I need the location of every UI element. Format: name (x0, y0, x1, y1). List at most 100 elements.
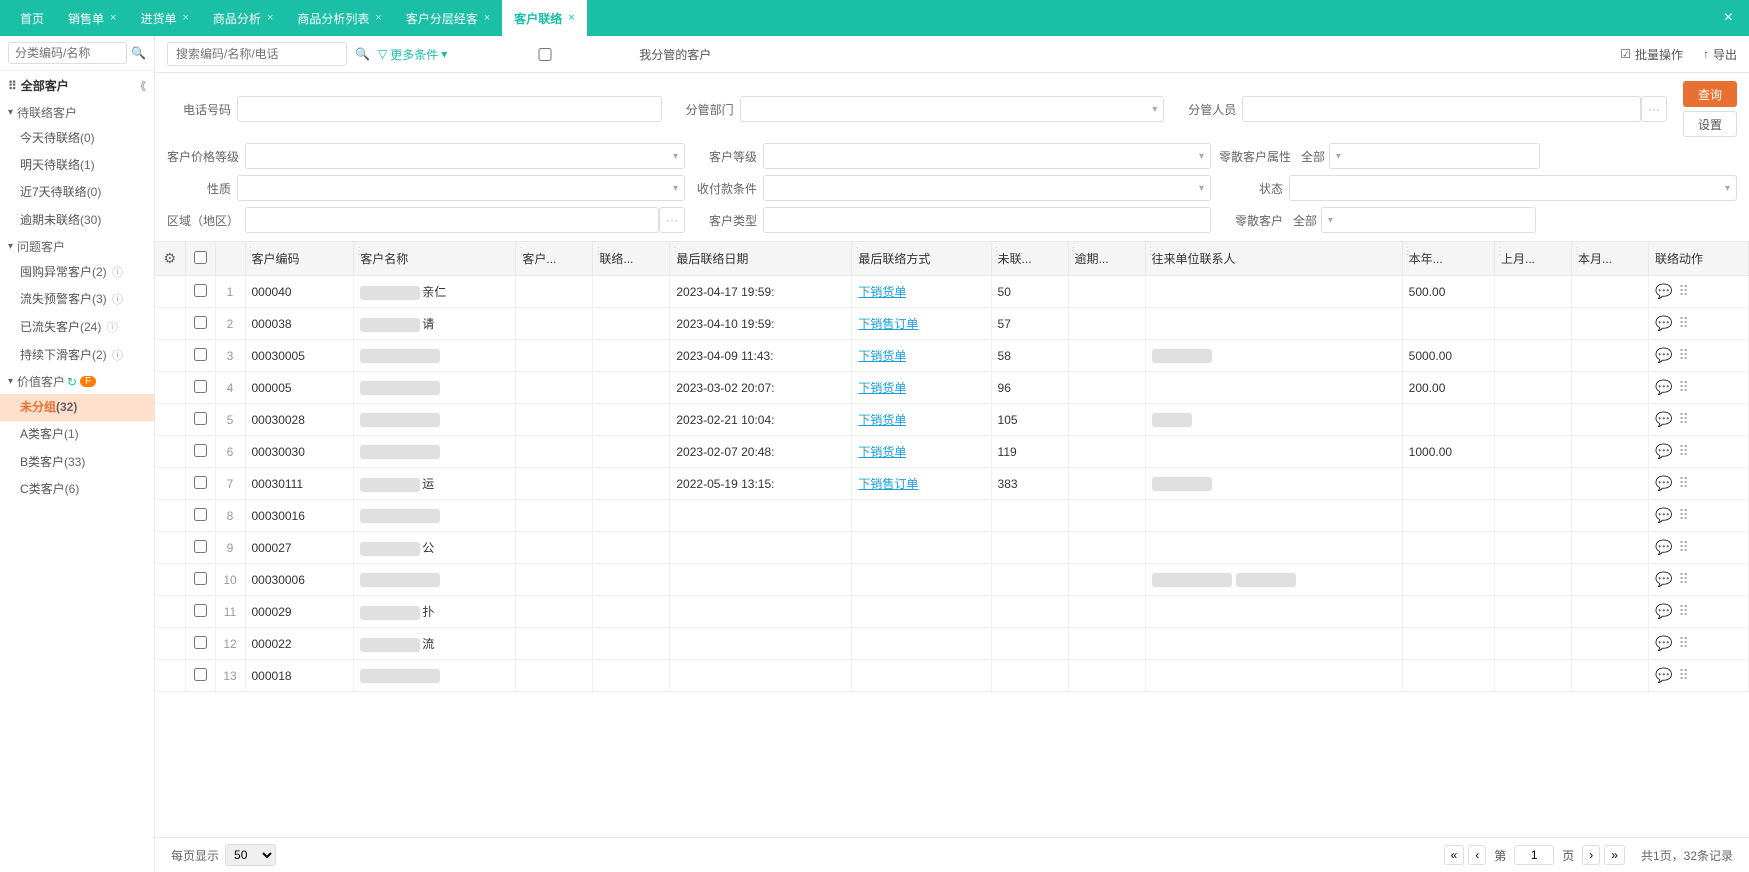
field-manager-input[interactable] (1242, 96, 1641, 122)
more-conditions-btn[interactable]: ▽ 更多条件 ▾ (378, 46, 447, 63)
field-dept-select[interactable]: ▾ (740, 96, 1165, 122)
grid-action-icon[interactable]: ⠿ (1678, 635, 1688, 652)
page-input[interactable] (1514, 845, 1554, 865)
close-analysis-list-tab[interactable]: × (375, 12, 381, 24)
grid-action-icon[interactable]: ⠿ (1678, 347, 1688, 364)
grid-action-icon[interactable]: ⠿ (1678, 443, 1688, 460)
grid-action-icon[interactable]: ⠿ (1678, 507, 1688, 524)
cell-checkbox[interactable] (185, 596, 215, 628)
col-this-month[interactable]: ⋮ 本月... (1572, 242, 1649, 276)
col-last-contact-method[interactable]: ⋮ 最后联络方式 (852, 242, 991, 276)
field-manager-more[interactable]: ··· (1641, 96, 1667, 122)
grid-action-icon[interactable]: ⠿ (1678, 475, 1688, 492)
cell-checkbox[interactable] (185, 276, 215, 308)
col-last-month[interactable]: ⋮ 上月... (1495, 242, 1572, 276)
field-phone-input[interactable] (237, 96, 662, 122)
field-scatter-select[interactable]: ▾ (1321, 207, 1536, 233)
per-page-select[interactable]: 50 100 200 (225, 844, 276, 866)
cell-checkbox[interactable] (185, 404, 215, 436)
sidebar-item-abnormal[interactable]: 囤购异常客户(2) ⓘ (0, 259, 154, 287)
sidebar-item-lost[interactable]: 已流失客户(24) ⓘ (0, 314, 154, 342)
close-segment-tab[interactable]: × (484, 12, 490, 24)
sidebar-item-ungroup[interactable]: 未分组(32) (0, 394, 154, 421)
close-sales-tab[interactable]: × (110, 12, 116, 24)
sidebar-item-a-class[interactable]: A类客户(1) (0, 421, 154, 448)
prev-page-btn[interactable]: ‹ (1468, 845, 1486, 865)
nav-sales[interactable]: 销售单 × (56, 0, 128, 36)
nav-purchase[interactable]: 进货单 × (128, 0, 200, 36)
grid-action-icon[interactable]: ⠿ (1678, 379, 1688, 396)
grid-action-icon[interactable]: ⠿ (1678, 315, 1688, 332)
chat-icon[interactable]: 💬 (1655, 571, 1672, 588)
chat-icon[interactable]: 💬 (1655, 283, 1672, 300)
cell-checkbox[interactable] (185, 500, 215, 532)
collapse-icon[interactable]: 《 (135, 78, 146, 94)
cell-checkbox[interactable] (185, 468, 215, 500)
sidebar-item-tomorrow-pending[interactable]: 明天待联络(1) (0, 152, 154, 179)
cell-checkbox[interactable] (185, 308, 215, 340)
sidebar-search-input[interactable] (8, 42, 127, 64)
sidebar-item-warning[interactable]: 流失预警客户(3) ⓘ (0, 286, 154, 314)
search-icon[interactable]: 🔍 (355, 47, 370, 61)
next-page-btn[interactable]: › (1582, 845, 1600, 865)
chat-icon[interactable]: 💬 (1655, 347, 1672, 364)
col-type[interactable]: ⋮ 客户... (516, 242, 593, 276)
nav-customer-segment[interactable]: 客户分层经客 × (394, 0, 502, 36)
batch-op-btn[interactable]: ☑ 批量操作 (1620, 46, 1683, 63)
export-btn[interactable]: ↑ 导出 (1703, 46, 1737, 63)
cell-last-contact-method[interactable]: 下销货单 (852, 340, 991, 372)
col-not-contacted[interactable]: ⋮ 未联... (991, 242, 1068, 276)
chat-icon[interactable]: 💬 (1655, 443, 1672, 460)
cell-checkbox[interactable] (185, 340, 215, 372)
chat-icon[interactable]: 💬 (1655, 411, 1672, 428)
close-analysis-tab[interactable]: × (267, 12, 273, 24)
chat-icon[interactable]: 💬 (1655, 475, 1672, 492)
sidebar-item-b-class[interactable]: B类客户(33) (0, 449, 154, 476)
nav-analysis-list[interactable]: 商品分析列表 × (285, 0, 393, 36)
cell-checkbox[interactable] (185, 532, 215, 564)
first-page-btn[interactable]: « (1444, 845, 1465, 865)
cell-checkbox[interactable] (185, 372, 215, 404)
cell-last-contact-method[interactable]: 下销货单 (852, 404, 991, 436)
sidebar-all-customers[interactable]: ⠿ 全部客户 《 (0, 71, 154, 100)
nav-analysis[interactable]: 商品分析 × (201, 0, 285, 36)
chat-icon[interactable]: 💬 (1655, 635, 1672, 652)
cell-checkbox[interactable] (185, 660, 215, 692)
settings-icon[interactable]: ⚙ (163, 250, 176, 266)
cell-last-contact-method[interactable]: 下销货单 (852, 276, 991, 308)
grid-action-icon[interactable]: ⠿ (1678, 571, 1688, 588)
nav-customer-contact[interactable]: 客户联络 × (502, 0, 586, 36)
field-region-more[interactable]: ··· (659, 207, 685, 233)
close-purchase-tab[interactable]: × (182, 12, 188, 24)
col-this-year[interactable]: ⋮ 本年... (1402, 242, 1494, 276)
grid-action-icon[interactable]: ⠿ (1678, 411, 1688, 428)
chat-icon[interactable]: 💬 (1655, 379, 1672, 396)
search-input[interactable] (167, 42, 347, 66)
field-nature-select[interactable]: ▾ (237, 175, 685, 201)
col-contact[interactable]: ⋮ 联络... (593, 242, 670, 276)
col-overdue[interactable]: ⋮ 逾期... (1068, 242, 1145, 276)
cell-checkbox[interactable] (185, 564, 215, 596)
select-all-checkbox[interactable] (194, 251, 207, 264)
chat-icon[interactable]: 💬 (1655, 539, 1672, 556)
grid-action-icon[interactable]: ⠿ (1678, 283, 1688, 300)
cell-checkbox[interactable] (185, 628, 215, 660)
sidebar-section-problem[interactable]: ▾ 问题客户 (0, 234, 154, 259)
field-customer-level-select[interactable]: ▾ (763, 143, 1211, 169)
chat-icon[interactable]: 💬 (1655, 315, 1672, 332)
sidebar-item-declining[interactable]: 持续下滑客户(2) ⓘ (0, 342, 154, 370)
sidebar-item-c-class[interactable]: C类客户(6) (0, 476, 154, 503)
field-region-input[interactable] (245, 207, 659, 233)
field-customer-type-input[interactable] (763, 207, 1211, 233)
sidebar-section-value[interactable]: ▾ 价值客户 ↻ F (0, 369, 154, 394)
field-scatter-attr-select[interactable]: ▾ (1329, 143, 1540, 169)
close-contact-tab[interactable]: × (568, 12, 574, 24)
chat-icon[interactable]: 💬 (1655, 667, 1672, 684)
field-payment-select[interactable]: ▾ (763, 175, 1211, 201)
sidebar-search-icon[interactable]: 🔍 (131, 46, 146, 60)
my-customers-toggle[interactable]: 我分管的客户 (455, 46, 711, 63)
refresh-icon[interactable]: ↻ (67, 375, 77, 389)
col-unit-contact[interactable]: ⋮ 往来单位联系人 (1145, 242, 1402, 276)
my-customers-checkbox[interactable] (455, 48, 635, 61)
col-last-contact-date[interactable]: ⋮ 最后联络日期 (670, 242, 852, 276)
